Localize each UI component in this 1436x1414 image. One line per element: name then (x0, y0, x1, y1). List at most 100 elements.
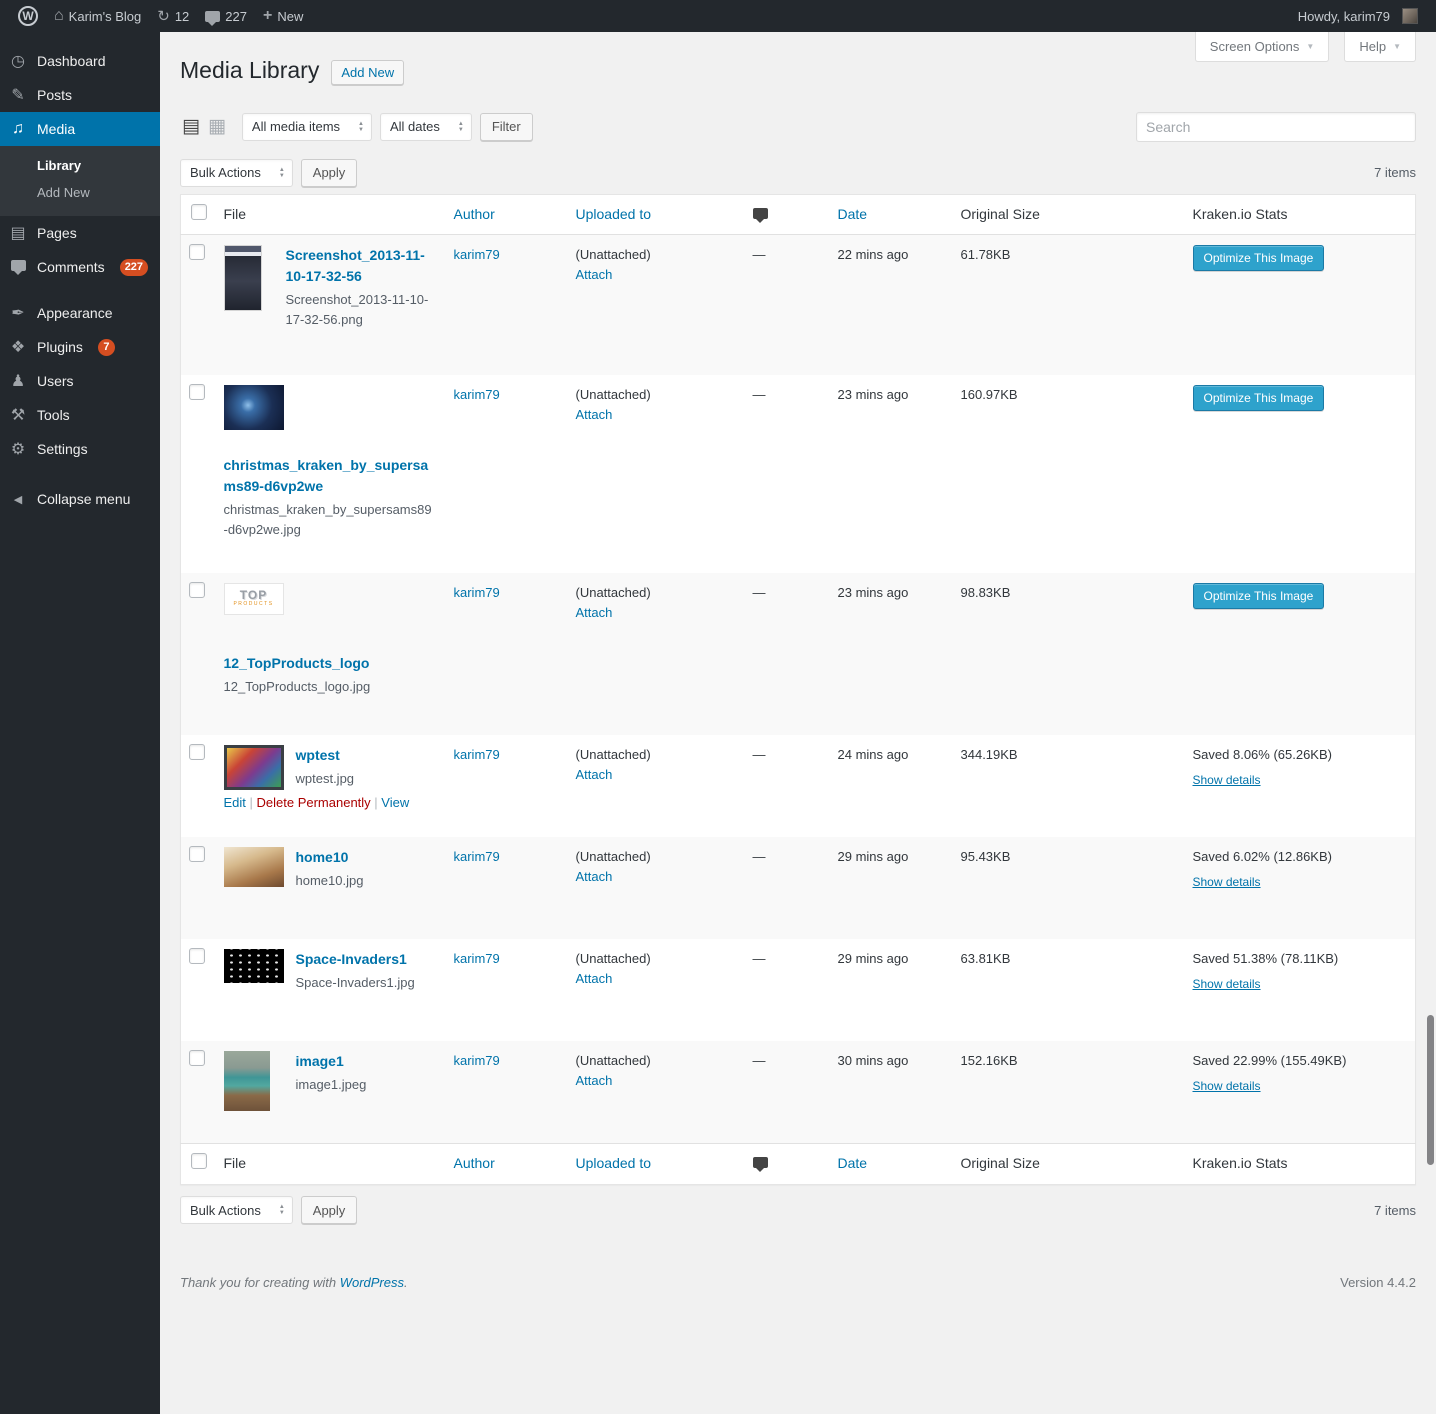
column-footer-uploaded-to[interactable]: Uploaded to (576, 1155, 652, 1171)
row-checkbox[interactable] (189, 948, 205, 965)
row-checkbox[interactable] (189, 244, 205, 261)
attach-link[interactable]: Attach (576, 605, 613, 620)
column-footer-author[interactable]: Author (454, 1155, 495, 1171)
delete-permanently-link[interactable]: Delete Permanently (257, 795, 371, 810)
sidebar-item-comments[interactable]: Comments 227 (0, 250, 160, 284)
author-link[interactable]: karim79 (454, 1053, 500, 1068)
sidebar-item-tools[interactable]: Tools (0, 398, 160, 432)
scrollbar-thumb[interactable] (1427, 1015, 1434, 1165)
column-footer-file[interactable]: File (224, 1155, 247, 1171)
media-thumbnail[interactable] (223, 745, 284, 791)
filter-button[interactable]: Filter (479, 112, 533, 141)
sidebar-item-posts[interactable]: Posts (0, 78, 160, 112)
attach-link[interactable]: Attach (576, 971, 613, 986)
attach-link[interactable]: Attach (576, 767, 613, 782)
column-header-date[interactable]: Date (838, 206, 868, 222)
sidebar-item-plugins[interactable]: Plugins 7 (0, 330, 160, 364)
comment-count: — (752, 247, 766, 263)
original-size: 63.81KB (960, 951, 1011, 967)
row-checkbox[interactable] (189, 582, 205, 599)
media-title-link[interactable]: image1 (296, 1053, 344, 1069)
media-thumbnail[interactable] (223, 847, 284, 888)
column-header-file[interactable]: File (224, 206, 247, 222)
upload-date: 23 mins ago (837, 387, 909, 403)
row-checkbox[interactable] (189, 744, 205, 761)
attach-link[interactable]: Attach (576, 869, 613, 884)
author-link[interactable]: karim79 (454, 951, 500, 966)
attach-link[interactable]: Attach (576, 1073, 613, 1088)
comments-menu[interactable]: 227 (197, 0, 255, 32)
row-checkbox[interactable] (189, 384, 205, 401)
optimize-image-button[interactable]: Optimize This Image (1192, 385, 1325, 412)
sidebar-subitem-library[interactable]: Library (0, 152, 160, 179)
sidebar-subitem-add-new[interactable]: Add New (0, 179, 160, 206)
grid-view-icon[interactable] (206, 115, 228, 138)
sidebar-item-users[interactable]: Users (0, 364, 160, 398)
collapse-menu-button[interactable]: Collapse menu (0, 482, 160, 516)
column-header-uploaded-to[interactable]: Uploaded to (576, 206, 652, 222)
select-all-checkbox[interactable] (191, 1153, 207, 1170)
wordpress-logo-menu[interactable]: W (10, 0, 46, 32)
new-content-menu[interactable]: New (255, 0, 311, 32)
updates-menu[interactable]: 12 (149, 0, 197, 32)
author-link[interactable]: karim79 (454, 585, 500, 600)
author-link[interactable]: karim79 (454, 247, 500, 262)
list-view-icon[interactable] (180, 115, 202, 138)
sidebar-item-dashboard[interactable]: Dashboard (0, 44, 160, 78)
sidebar-item-settings[interactable]: Settings (0, 432, 160, 466)
media-title-link[interactable]: Space-Invaders1 (296, 951, 407, 967)
comments-count: 227 (225, 8, 247, 24)
media-thumbnail[interactable] (223, 245, 262, 312)
sidebar-item-media[interactable]: Media (0, 112, 160, 146)
view-link[interactable]: View (381, 795, 409, 810)
media-thumbnail[interactable] (223, 949, 284, 984)
media-title-link[interactable]: Screenshot_2013-11-10-17-32-56 (286, 247, 425, 284)
bulk-actions-select-bottom[interactable]: Bulk Actions (180, 1196, 293, 1225)
wordpress-link[interactable]: WordPress (340, 1275, 404, 1290)
select-all-checkbox[interactable] (191, 203, 207, 220)
date-filter-value: All dates (390, 119, 440, 135)
column-header-author[interactable]: Author (454, 206, 495, 222)
row-checkbox[interactable] (189, 846, 205, 863)
column-footer-date[interactable]: Date (838, 1155, 868, 1171)
media-title-link[interactable]: wptest (296, 747, 340, 763)
screen-options-tab[interactable]: Screen Options (1194, 32, 1330, 62)
author-link[interactable]: karim79 (454, 849, 500, 864)
author-link[interactable]: karim79 (454, 747, 500, 762)
media-title-link[interactable]: home10 (296, 849, 349, 865)
show-details-link[interactable]: Show details (1193, 975, 1261, 993)
media-title-link[interactable]: 12_TopProducts_logo (224, 655, 370, 671)
attach-link[interactable]: Attach (576, 267, 613, 282)
apply-button[interactable]: Apply (300, 158, 358, 187)
my-account-menu[interactable]: Howdy, karim79 (1290, 0, 1426, 32)
site-name-menu[interactable]: Karim's Blog (46, 0, 149, 32)
items-count: 7 items (1374, 165, 1416, 181)
show-details-link[interactable]: Show details (1193, 1077, 1261, 1095)
apply-button-bottom[interactable]: Apply (300, 1196, 358, 1225)
help-tab[interactable]: Help (1344, 32, 1416, 62)
media-row: TOP PRODUCTS 12_TopProducts_logo 12_TopP… (180, 573, 1416, 736)
upload-date: 29 mins ago (837, 849, 909, 865)
search-input[interactable] (1136, 111, 1416, 142)
sidebar-item-appearance[interactable]: Appearance (0, 296, 160, 330)
bulk-actions-select[interactable]: Bulk Actions (180, 158, 293, 187)
media-thumbnail[interactable] (223, 1051, 270, 1112)
attach-link[interactable]: Attach (576, 407, 613, 422)
optimize-image-button[interactable]: Optimize This Image (1192, 583, 1325, 610)
show-details-link[interactable]: Show details (1193, 873, 1261, 891)
author-link[interactable]: karim79 (454, 387, 500, 402)
media-type-filter-select[interactable]: All media items (241, 112, 372, 141)
media-thumbnail[interactable]: TOP PRODUCTS (223, 583, 284, 616)
media-thumbnail[interactable] (223, 385, 284, 431)
sidebar-item-pages[interactable]: Pages (0, 216, 160, 250)
media-list-table: File Author Uploaded to Date Original Si… (180, 193, 1416, 1186)
row-checkbox[interactable] (189, 1050, 205, 1067)
select-arrows-icon (358, 121, 364, 133)
show-details-link[interactable]: Show details (1193, 771, 1261, 789)
add-new-button[interactable]: Add New (331, 60, 405, 86)
column-header-kraken-stats: Kraken.io Stats (1192, 205, 1288, 222)
date-filter-select[interactable]: All dates (380, 112, 472, 141)
edit-link[interactable]: Edit (224, 795, 246, 810)
optimize-image-button[interactable]: Optimize This Image (1192, 245, 1325, 272)
media-title-link[interactable]: christmas_kraken_by_supersams89-d6vp2we (224, 457, 429, 494)
